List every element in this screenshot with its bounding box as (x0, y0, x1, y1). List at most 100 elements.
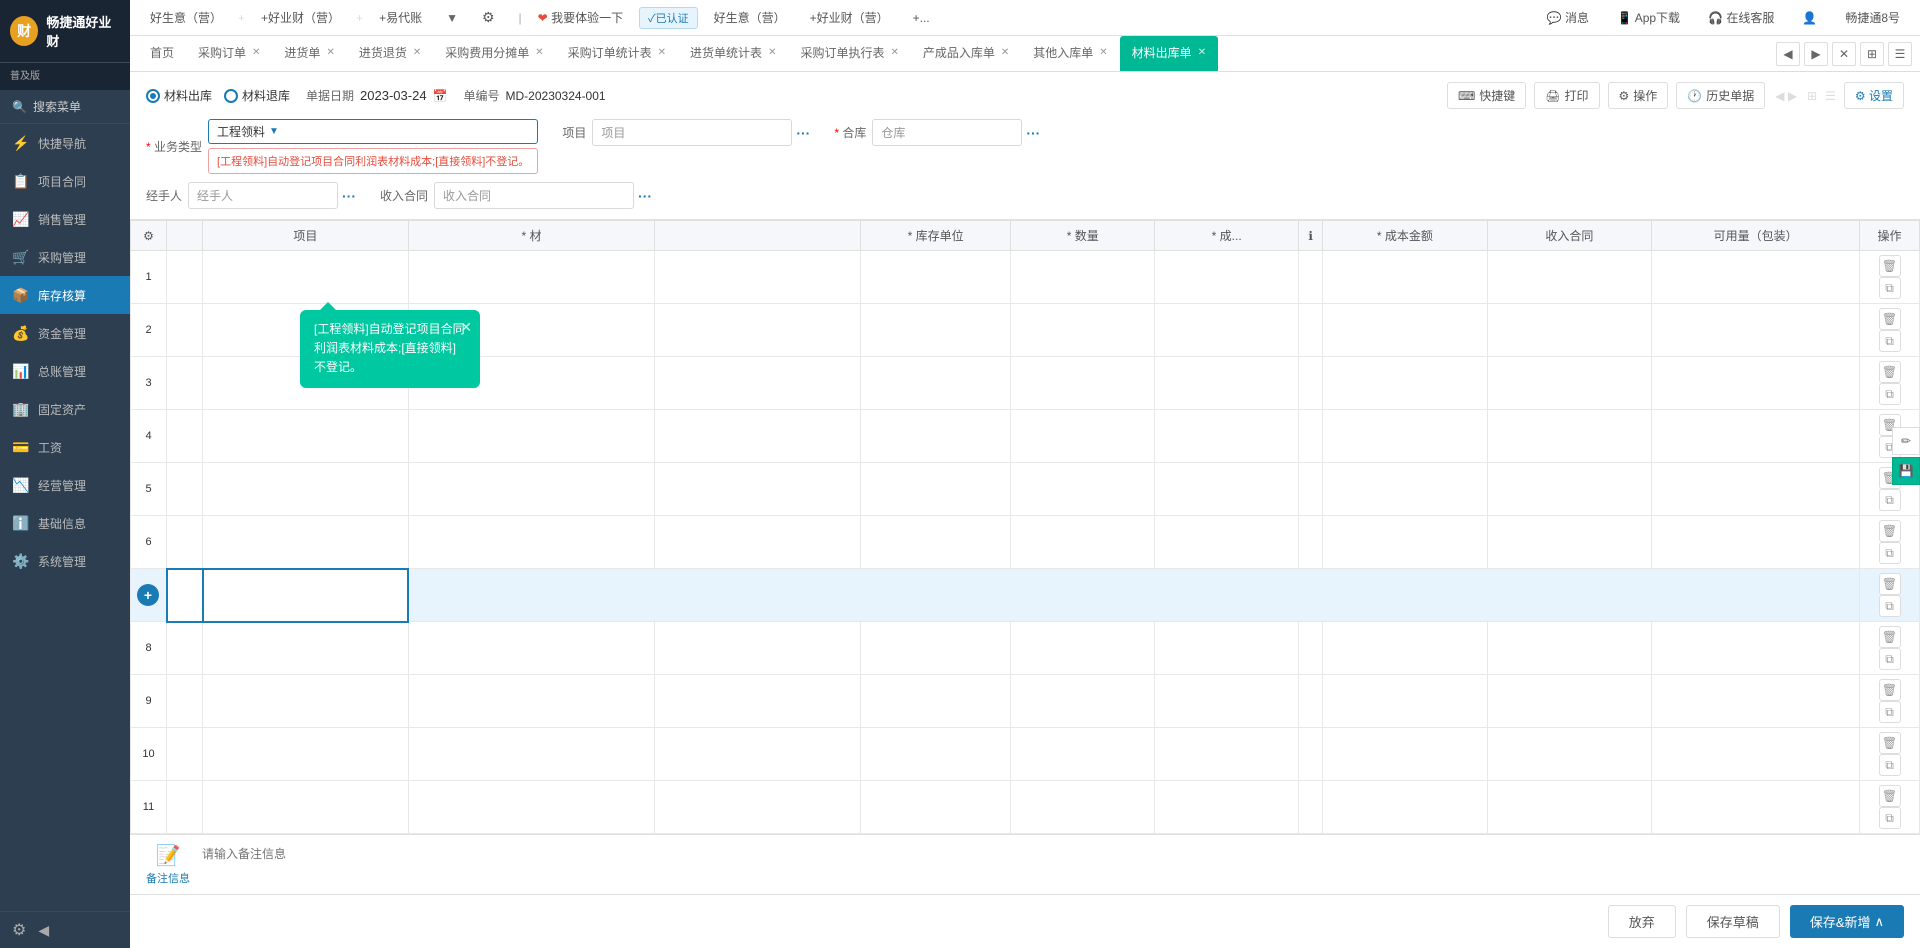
warehouse-ellipsis-btn[interactable]: ··· (1026, 125, 1040, 141)
sidebar-search[interactable]: 🔍 搜索菜单 (0, 90, 130, 124)
tab-inbound[interactable]: 进货单 ✕ (272, 36, 346, 72)
sidebar-item-project-contract[interactable]: 📋 项目合同 (0, 162, 130, 200)
copy-btn[interactable]: ⧉ (1879, 807, 1901, 829)
tab-prev-btn[interactable]: ◀ (1776, 42, 1800, 66)
topbar-settings[interactable]: ⚙ (474, 5, 503, 30)
tab-list-btn[interactable]: ☰ (1888, 42, 1912, 66)
delete-btn[interactable]: 🗑 (1879, 679, 1901, 701)
calendar-icon[interactable]: 📅 (433, 89, 448, 103)
notes-input[interactable] (202, 843, 1904, 865)
operation-btn[interactable]: ⚙ 操作 (1608, 82, 1669, 109)
tab-home[interactable]: 首页 (138, 36, 186, 72)
tab-inbound-return[interactable]: 进货退货 ✕ (347, 36, 433, 72)
sidebar-item-payroll[interactable]: 💳 工资 (0, 428, 130, 466)
sidebar-item-basic-info[interactable]: ℹ️ 基础信息 (0, 504, 130, 542)
copy-btn[interactable]: ⧉ (1879, 383, 1901, 405)
handler-input[interactable]: 经手人 (188, 182, 338, 209)
copy-btn[interactable]: ⧉ (1879, 489, 1901, 511)
sidebar-item-inventory[interactable]: 📦 库存核算 (0, 276, 130, 314)
tab-close-inbound-stats[interactable]: ✕ (768, 47, 776, 58)
tab-close-inbound[interactable]: ✕ (326, 47, 334, 58)
delete-btn[interactable]: 🗑 (1879, 573, 1901, 595)
app-download-btn[interactable]: 📱 App下载 (1609, 5, 1688, 30)
copy-btn[interactable]: ⧉ (1879, 754, 1901, 776)
tab-purchase-order-exec[interactable]: 采购订单执行表 ✕ (788, 36, 910, 72)
radio-return[interactable]: 材料退库 (224, 87, 290, 104)
delete-btn[interactable]: 🗑 (1879, 520, 1901, 542)
print-btn[interactable]: 🖨 打印 (1534, 82, 1599, 109)
save-draft-btn[interactable]: 保存草稿 (1686, 905, 1780, 938)
handler-ellipsis-btn[interactable]: ··· (342, 188, 356, 204)
copy-btn[interactable]: ⧉ (1879, 542, 1901, 564)
cell-material[interactable] (203, 251, 409, 304)
th-settings[interactable]: ⚙ (131, 221, 167, 251)
project-input[interactable]: 项目 (592, 119, 792, 146)
tab-finished-inbound[interactable]: 产成品入库单 ✕ (911, 36, 1021, 72)
delete-btn[interactable]: 🗑 (1879, 732, 1901, 754)
topbar-good-biz2[interactable]: 好生意（营） (706, 5, 794, 30)
right-save-btn[interactable]: 💾 (1892, 457, 1920, 485)
tab-close-material-outbound[interactable]: ✕ (1198, 47, 1206, 58)
message-btn[interactable]: 💬 消息 (1539, 5, 1597, 30)
project-ellipsis-btn[interactable]: ··· (796, 125, 810, 141)
sidebar-item-finance[interactable]: 💰 资金管理 (0, 314, 130, 352)
sidebar-item-purchase-mgmt[interactable]: 🛒 采购管理 (0, 238, 130, 276)
tab-close-purchase-order-exec[interactable]: ✕ (890, 47, 898, 58)
copy-btn[interactable]: ⧉ (1879, 595, 1901, 617)
topbar-good-finance[interactable]: +好业财（营） (253, 5, 348, 30)
tab-close-inbound-return[interactable]: ✕ (413, 47, 421, 58)
collapse-btn[interactable]: ◀ (38, 922, 49, 939)
tab-purchase-stats[interactable]: 采购订单统计表 ✕ (556, 36, 678, 72)
topbar-more[interactable]: +... (905, 7, 938, 29)
copy-btn[interactable]: ⧉ (1879, 330, 1901, 352)
tab-close-other-inbound[interactable]: ✕ (1099, 47, 1107, 58)
tab-close-finished-inbound[interactable]: ✕ (1001, 47, 1009, 58)
certified-badge[interactable]: ✓已认证 (639, 7, 698, 29)
tooltip-close-btn[interactable]: ✕ (460, 316, 472, 338)
sidebar-item-system-mgmt[interactable]: ⚙️ 系统管理 (0, 542, 130, 580)
topbar-good-biz[interactable]: 好生意（营） (142, 5, 230, 30)
topbar-dropdown[interactable]: ▼ (438, 7, 466, 29)
tab-close-purchase-stats[interactable]: ✕ (658, 47, 666, 58)
user-avatar[interactable]: 👤 (1794, 7, 1825, 29)
copy-btn[interactable]: ⧉ (1879, 277, 1901, 299)
save-new-btn[interactable]: 保存&新增 ∧ (1790, 905, 1904, 938)
copy-btn[interactable]: ⧉ (1879, 701, 1901, 723)
sidebar-item-sales-mgmt[interactable]: 📈 销售管理 (0, 200, 130, 238)
user-name[interactable]: 畅捷通8号 (1837, 5, 1908, 30)
tab-purchase-expense[interactable]: 采购费用分摊单 ✕ (433, 36, 555, 72)
quick-key-btn[interactable]: ⌨ 快捷键 (1447, 82, 1526, 109)
tab-close-purchase-expense[interactable]: ✕ (535, 47, 543, 58)
tab-material-outbound[interactable]: 材料出库单 ✕ (1120, 36, 1218, 72)
tab-other-inbound[interactable]: 其他入库单 ✕ (1021, 36, 1119, 72)
tab-grid-btn[interactable]: ⊞ (1860, 42, 1884, 66)
delete-btn[interactable]: 🗑 (1879, 785, 1901, 807)
settings-btn[interactable]: ⚙ 设置 (1844, 82, 1904, 109)
topbar-good-finance2[interactable]: +好业财（营） (802, 5, 897, 30)
sidebar-item-accounting[interactable]: 📊 总账管理 (0, 352, 130, 390)
tab-next-btn[interactable]: ▶ (1804, 42, 1828, 66)
delete-btn[interactable]: 🗑 (1879, 626, 1901, 648)
warehouse-input[interactable]: 仓库 (872, 119, 1022, 146)
revenue-contract-input[interactable]: 收入合同 (434, 182, 634, 209)
sidebar-item-quick-nav[interactable]: ⚡ 快捷导航 (0, 124, 130, 162)
business-type-input[interactable]: 工程领料 ▼ (208, 119, 538, 144)
topbar-try[interactable]: ❤ 我要体验一下 (530, 5, 631, 30)
right-edit-btn[interactable]: ✏ (1892, 427, 1920, 455)
copy-btn[interactable]: ⧉ (1879, 648, 1901, 670)
discard-btn[interactable]: 放弃 (1608, 905, 1676, 938)
topbar-easy-account[interactable]: +易代账 (371, 5, 430, 30)
delete-btn[interactable]: 🗑 (1879, 361, 1901, 383)
delete-btn[interactable]: 🗑 (1879, 308, 1901, 330)
add-row-btn[interactable]: + (137, 584, 159, 606)
tab-close-purchase-order[interactable]: ✕ (252, 47, 260, 58)
radio-outbound[interactable]: 材料出库 (146, 87, 212, 104)
delete-btn[interactable]: 🗑 (1879, 255, 1901, 277)
online-service-btn[interactable]: 🎧 在线客服 (1700, 5, 1782, 30)
tab-close-all-btn[interactable]: ✕ (1832, 42, 1856, 66)
cell-project[interactable] (167, 251, 203, 304)
revenue-contract-ellipsis-btn[interactable]: ··· (638, 188, 652, 204)
tab-purchase-order[interactable]: 采购订单 ✕ (186, 36, 272, 72)
settings-btn[interactable]: ⚙ (12, 920, 26, 940)
tab-inbound-stats[interactable]: 进货单统计表 ✕ (678, 36, 788, 72)
